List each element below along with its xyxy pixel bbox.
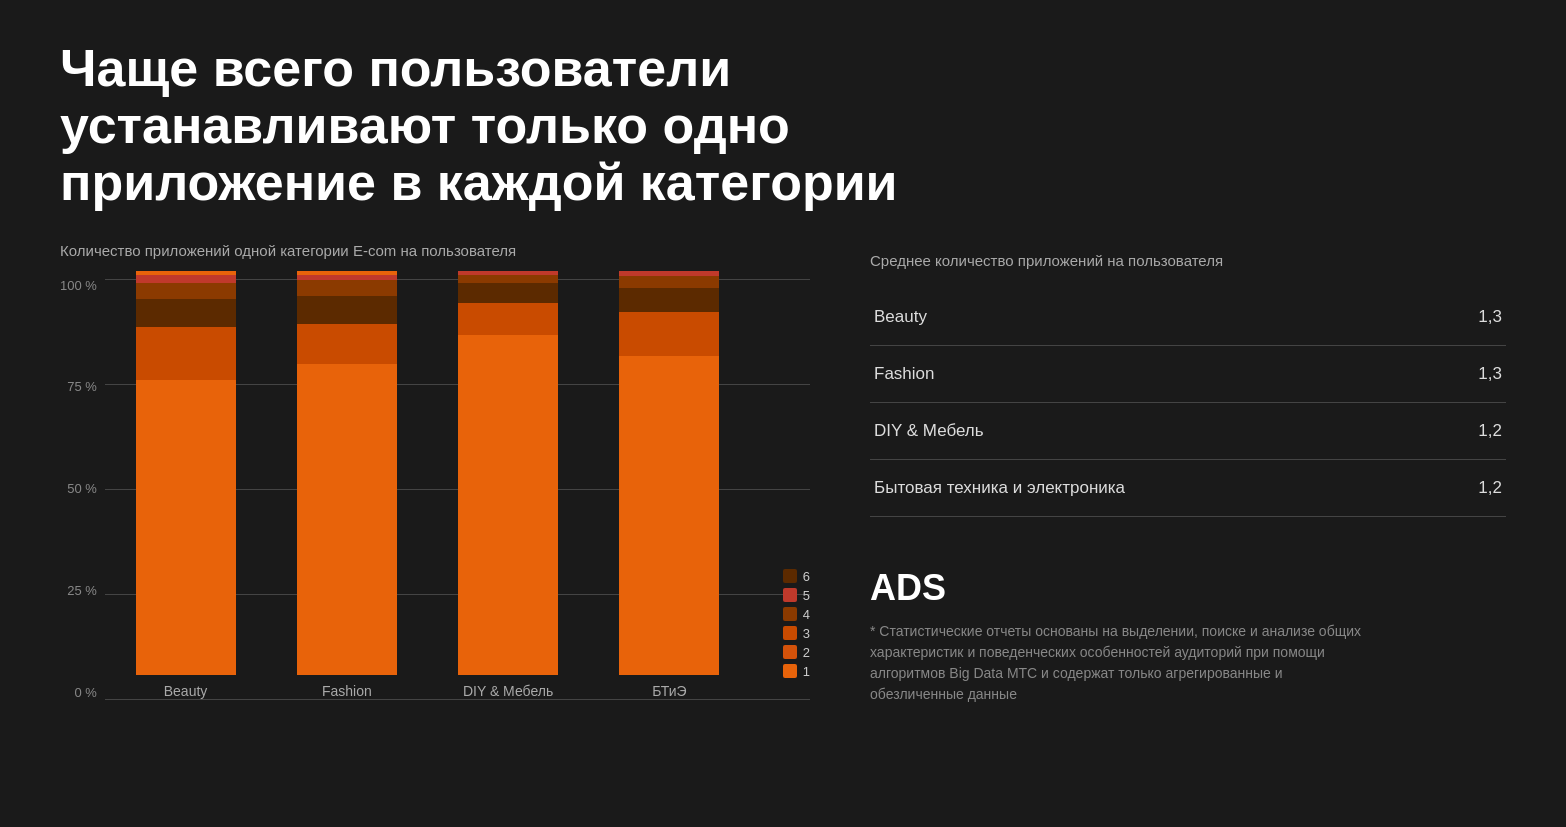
- right-section: Среднее количество приложений на пользов…: [870, 242, 1506, 797]
- legend-label-3: 3: [803, 626, 810, 641]
- bar-stack-fashion: [297, 271, 397, 675]
- ads-footnote: * Статистические отчеты основаны на выде…: [870, 621, 1370, 705]
- bar-segment: [136, 299, 236, 327]
- category-label: Fashion: [870, 345, 1437, 402]
- content-area: Количество приложений одной категории E-…: [60, 242, 1506, 797]
- category-label: Beauty: [870, 289, 1437, 346]
- chart-area: 100 % 75 % 50 % 25 % 0 %: [60, 279, 810, 699]
- legend-label-1: 1: [803, 664, 810, 679]
- bars-row: Beauty Fashion: [105, 279, 750, 699]
- bar-stack-btie: [619, 271, 719, 675]
- legend-item-4: 4: [783, 607, 810, 622]
- bar-group-diy: DIY & Мебель: [447, 271, 568, 699]
- legend-item-6: 6: [783, 569, 810, 584]
- bar-segment: [297, 296, 397, 324]
- table-row: Бытовая техника и электроника 1,2: [870, 459, 1506, 516]
- bar-segment: [136, 327, 236, 380]
- bar-group-fashion: Fashion: [286, 271, 407, 699]
- legend-label-4: 4: [803, 607, 810, 622]
- bar-group-beauty: Beauty: [125, 271, 246, 699]
- legend-color-3: [783, 626, 797, 640]
- y-label-0: 0 %: [74, 686, 96, 699]
- bar-stack-beauty: [136, 271, 236, 675]
- legend-color-2: [783, 645, 797, 659]
- grid-line-0: [105, 699, 810, 700]
- bar-label-fashion: Fashion: [322, 683, 372, 699]
- legend-item-1: 1: [783, 664, 810, 679]
- table-row: Fashion 1,3: [870, 345, 1506, 402]
- bars-grid-area: Beauty Fashion: [105, 279, 810, 699]
- table-row: DIY & Мебель 1,2: [870, 402, 1506, 459]
- bar-segment: [619, 312, 719, 356]
- y-label-50: 50 %: [67, 482, 97, 495]
- legend-label-5: 5: [803, 588, 810, 603]
- stats-value: 1,3: [1437, 345, 1506, 402]
- category-label: DIY & Мебель: [870, 402, 1437, 459]
- y-label-75: 75 %: [67, 380, 97, 393]
- bar-segment: [136, 380, 236, 675]
- bar-segment: [619, 356, 719, 675]
- legend-item-5: 5: [783, 588, 810, 603]
- y-label-100: 100 %: [60, 279, 97, 292]
- bar-segment: [619, 288, 719, 312]
- bar-segment: [458, 303, 558, 335]
- legend-item-2: 2: [783, 645, 810, 660]
- ads-section: ADS * Статистические отчеты основаны на …: [870, 567, 1506, 705]
- bar-segment: [458, 335, 558, 675]
- category-label: Бытовая техника и электроника: [870, 459, 1437, 516]
- chart-legend: 6 5 4 3: [783, 569, 810, 679]
- chart-section: Количество приложений одной категории E-…: [60, 242, 810, 797]
- bar-segment: [619, 276, 719, 288]
- legend-label-2: 2: [803, 645, 810, 660]
- stats-value: 1,2: [1437, 459, 1506, 516]
- bar-label-diy: DIY & Мебель: [463, 683, 553, 699]
- page-title: Чаще всего пользователи устанавливают то…: [60, 40, 960, 212]
- y-axis: 100 % 75 % 50 % 25 % 0 %: [60, 279, 97, 699]
- bar-segment: [136, 275, 236, 283]
- stats-table: Beauty 1,3 Fashion 1,3 DIY & Мебель 1,2 …: [870, 289, 1506, 517]
- legend-item-3: 3: [783, 626, 810, 641]
- bar-segment: [297, 324, 397, 364]
- ads-title: ADS: [870, 567, 1506, 609]
- stats-value: 1,2: [1437, 402, 1506, 459]
- bar-label-btie: БТиЭ: [652, 683, 686, 699]
- chart-subtitle: Количество приложений одной категории E-…: [60, 242, 810, 259]
- legend-label-6: 6: [803, 569, 810, 584]
- right-subtitle: Среднее количество приложений на пользов…: [870, 252, 1506, 269]
- bar-segment: [136, 283, 236, 299]
- legend-color-6: [783, 569, 797, 583]
- legend-color-1: [783, 664, 797, 678]
- y-label-25: 25 %: [67, 584, 97, 597]
- bar-label-beauty: Beauty: [164, 683, 208, 699]
- bar-segment: [458, 283, 558, 303]
- legend-color-5: [783, 588, 797, 602]
- bar-segment: [297, 364, 397, 675]
- bar-group-btie: БТиЭ: [609, 271, 730, 699]
- stats-value: 1,3: [1437, 289, 1506, 346]
- bar-stack-diy: [458, 271, 558, 675]
- table-row: Beauty 1,3: [870, 289, 1506, 346]
- legend-color-4: [783, 607, 797, 621]
- bar-segment: [297, 280, 397, 296]
- bar-segment: [458, 275, 558, 283]
